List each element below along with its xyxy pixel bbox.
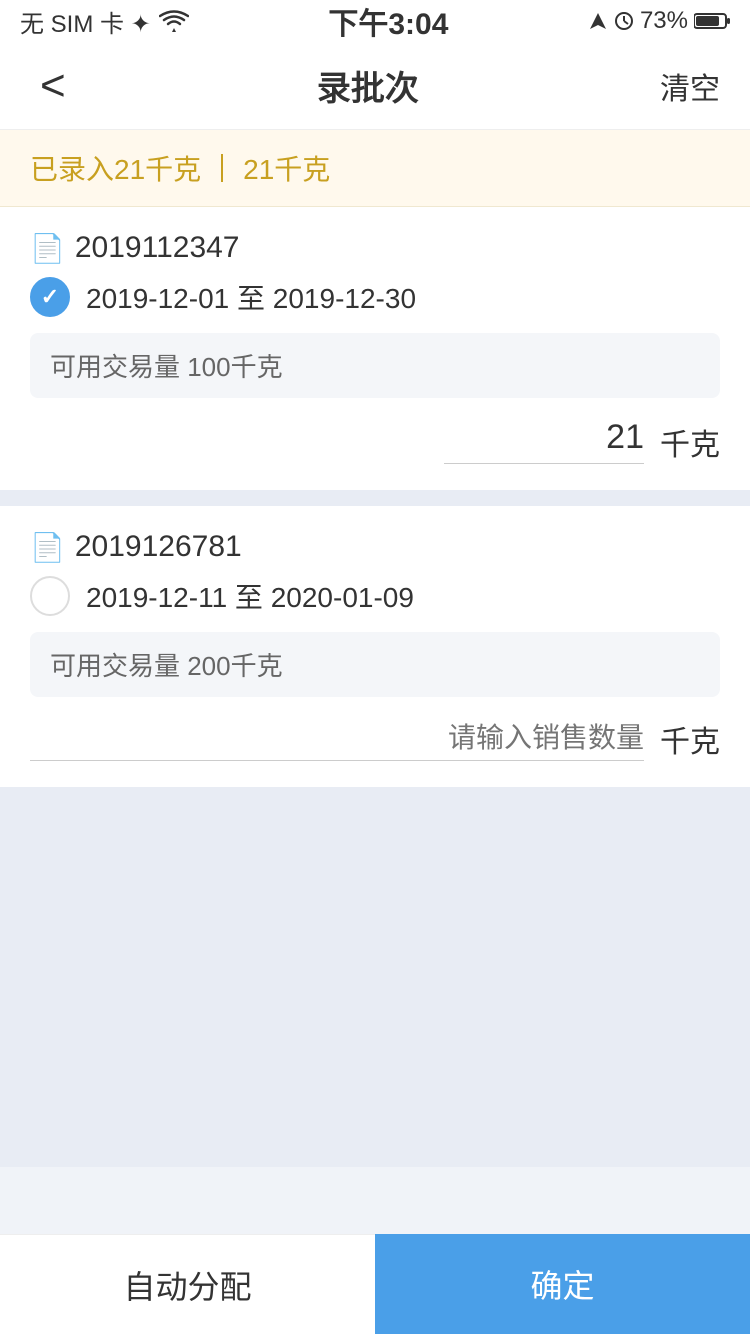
clear-button[interactable]: 清空 (660, 64, 720, 108)
recorded-value: 21千克 (243, 148, 330, 188)
empty-area (0, 787, 750, 1167)
batch-date-row-1: 2019-12-01 至 2019-12-30 (30, 277, 720, 317)
batch-card-1: 📄 2019112347 2019-12-01 至 2019-12-30 可用交… (0, 207, 750, 398)
battery-text: 73% (640, 7, 688, 35)
nav-bar: < 录批次 清空 (0, 42, 750, 130)
clock-icon (614, 11, 634, 31)
confirm-button[interactable]: 确定 (375, 1234, 750, 1334)
batch-date-1: 2019-12-01 至 2019-12-30 (86, 277, 416, 317)
batch-radio-1[interactable] (30, 277, 70, 317)
section-divider (0, 490, 750, 506)
info-banner: 已录入21千克 21千克 (0, 130, 750, 207)
doc-icon-2: 📄 (30, 531, 65, 564)
batch-header-2: 📄 2019126781 (30, 530, 720, 564)
batch-available-2: 可用交易量 200千克 (30, 632, 720, 697)
batch-unit-2: 千克 (660, 717, 720, 761)
status-right: 73% (588, 7, 730, 35)
batch-quantity-input-2[interactable] (30, 722, 644, 754)
batch-id-1: 2019112347 (75, 231, 240, 265)
status-left: 无 SIM 卡 ✦ (20, 4, 189, 39)
batch-available-1: 可用交易量 100千克 (30, 333, 720, 398)
location-icon (588, 11, 608, 31)
back-button[interactable]: < (30, 51, 76, 121)
auto-distribute-button[interactable]: 自动分配 (0, 1234, 375, 1334)
batch-date-row-2: 2019-12-11 至 2020-01-09 (30, 576, 720, 616)
page-title: 录批次 (317, 61, 419, 110)
batch-unit-1: 千克 (660, 420, 720, 464)
status-bar: 无 SIM 卡 ✦ 下午3:04 73% (0, 0, 750, 42)
battery-icon (694, 12, 730, 30)
recorded-amount: 已录入21千克 (30, 148, 201, 188)
sim-text: 无 SIM 卡 ✦ (20, 4, 151, 39)
doc-icon-1: 📄 (30, 232, 65, 265)
wifi-icon (159, 10, 189, 32)
status-time: 下午3:04 (328, 0, 448, 43)
batch-date-2: 2019-12-11 至 2020-01-09 (86, 576, 414, 616)
batch-radio-2[interactable] (30, 576, 70, 616)
banner-divider (221, 154, 223, 182)
bottom-bar: 自动分配 确定 (0, 1234, 750, 1334)
batch-header-1: 📄 2019112347 (30, 231, 720, 265)
batch-quantity-1: 21 (606, 418, 644, 457)
batch-card-2: 📄 2019126781 2019-12-11 至 2020-01-09 可用交… (0, 506, 750, 697)
batch-id-2: 2019126781 (75, 530, 242, 564)
